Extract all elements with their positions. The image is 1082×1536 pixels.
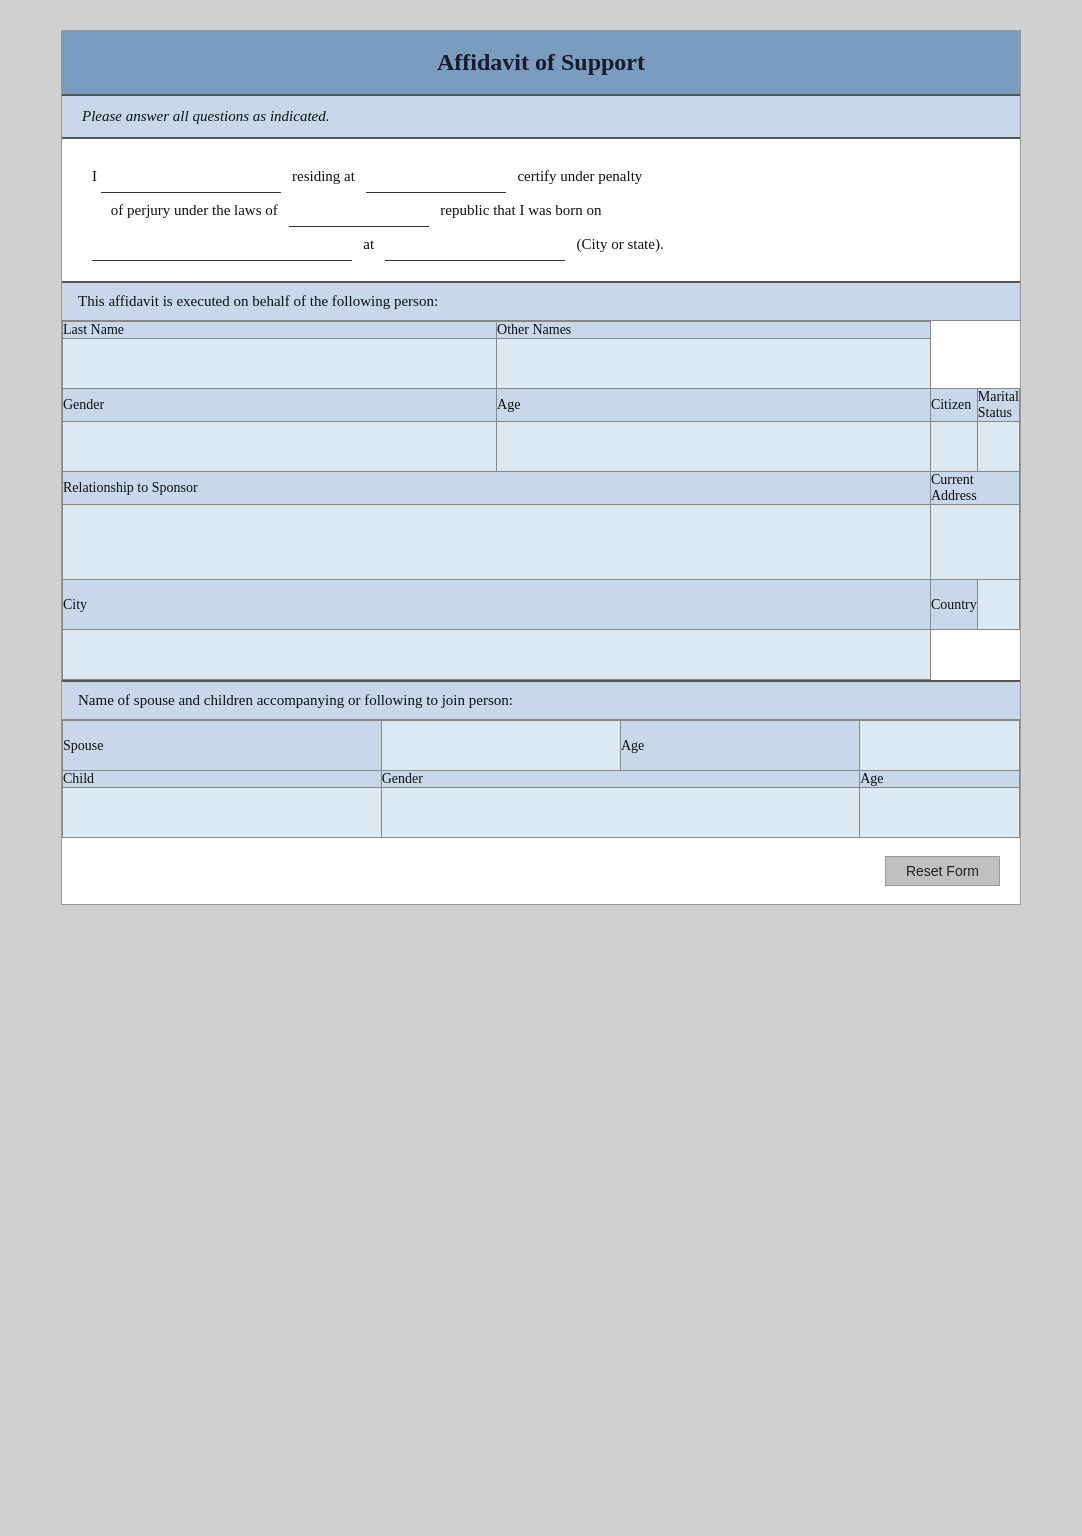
form-title: Affidavit of Support: [82, 49, 1000, 76]
city-state-field[interactable]: [385, 227, 565, 261]
behalf-header: This affidavit is executed on behalf of …: [62, 283, 1020, 321]
spouse-name-input[interactable]: [381, 721, 620, 771]
spouse-age-input[interactable]: [860, 721, 1020, 771]
country-header: Country: [930, 580, 977, 630]
child-header: Child: [63, 771, 382, 788]
child-gender-input[interactable]: [381, 788, 860, 838]
behalf-text: This affidavit is executed on behalf of …: [78, 293, 438, 309]
city-header: City: [63, 580, 931, 630]
perjury-certify: certify under penalty: [517, 168, 642, 184]
perjury-of: of perjury under the laws of: [111, 202, 278, 218]
last-name-header: Last Name: [63, 322, 497, 339]
child-gender-header: Gender: [381, 771, 860, 788]
city-input[interactable]: [63, 630, 931, 680]
reset-button[interactable]: Reset Form: [885, 856, 1000, 886]
current-address-header: Current Address: [930, 472, 1019, 505]
spouse-children-text: Name of spouse and children accompanying…: [78, 692, 513, 708]
button-row: Reset Form: [62, 838, 1020, 904]
child-name-input[interactable]: [63, 788, 382, 838]
other-names-input[interactable]: [497, 339, 931, 389]
last-name-input[interactable]: [63, 339, 497, 389]
perjury-republic: republic that I was born on: [440, 202, 601, 218]
spouse-header: Spouse: [63, 721, 382, 771]
perjury-at: at: [363, 236, 374, 252]
spouse-age-header: Age: [620, 721, 859, 771]
instruction-row: Please answer all questions as indicated…: [62, 96, 1020, 139]
gender-header: Gender: [63, 389, 497, 422]
age-input[interactable]: [497, 422, 931, 472]
child-age-header: Age: [860, 771, 1020, 788]
relationship-input[interactable]: [63, 505, 931, 580]
perjury-residing: residing at: [292, 168, 355, 184]
perjury-section: I residing at certify under penalty of p…: [62, 139, 1020, 283]
marital-status-header: Marital Status: [977, 389, 1019, 422]
gender-input[interactable]: [63, 422, 497, 472]
residing-field[interactable]: [366, 159, 506, 193]
spouse-table: Spouse Age Child Gender Age: [62, 720, 1020, 838]
perjury-city-state: (City or state).: [577, 236, 664, 252]
child-age-input[interactable]: [860, 788, 1020, 838]
country-input[interactable]: [977, 580, 1019, 630]
marital-status-input[interactable]: [977, 422, 1019, 472]
form-header: Affidavit of Support: [62, 31, 1020, 96]
name-field[interactable]: [101, 159, 281, 193]
form-page: Affidavit of Support Please answer all q…: [61, 30, 1021, 905]
perjury-i: I: [92, 168, 97, 184]
citizen-header: Citizen: [930, 389, 977, 422]
instruction-text: Please answer all questions as indicated…: [82, 108, 329, 124]
age-header: Age: [497, 389, 931, 422]
current-address-input[interactable]: [930, 505, 1019, 580]
name-table: Last Name Other Names Gender Age Citizen…: [62, 321, 1020, 680]
spouse-children-header: Name of spouse and children accompanying…: [62, 680, 1020, 720]
citizen-input[interactable]: [930, 422, 977, 472]
other-names-header: Other Names: [497, 322, 931, 339]
born-date-field[interactable]: [92, 227, 352, 261]
laws-field[interactable]: [289, 193, 429, 227]
relationship-header: Relationship to Sponsor: [63, 472, 931, 505]
